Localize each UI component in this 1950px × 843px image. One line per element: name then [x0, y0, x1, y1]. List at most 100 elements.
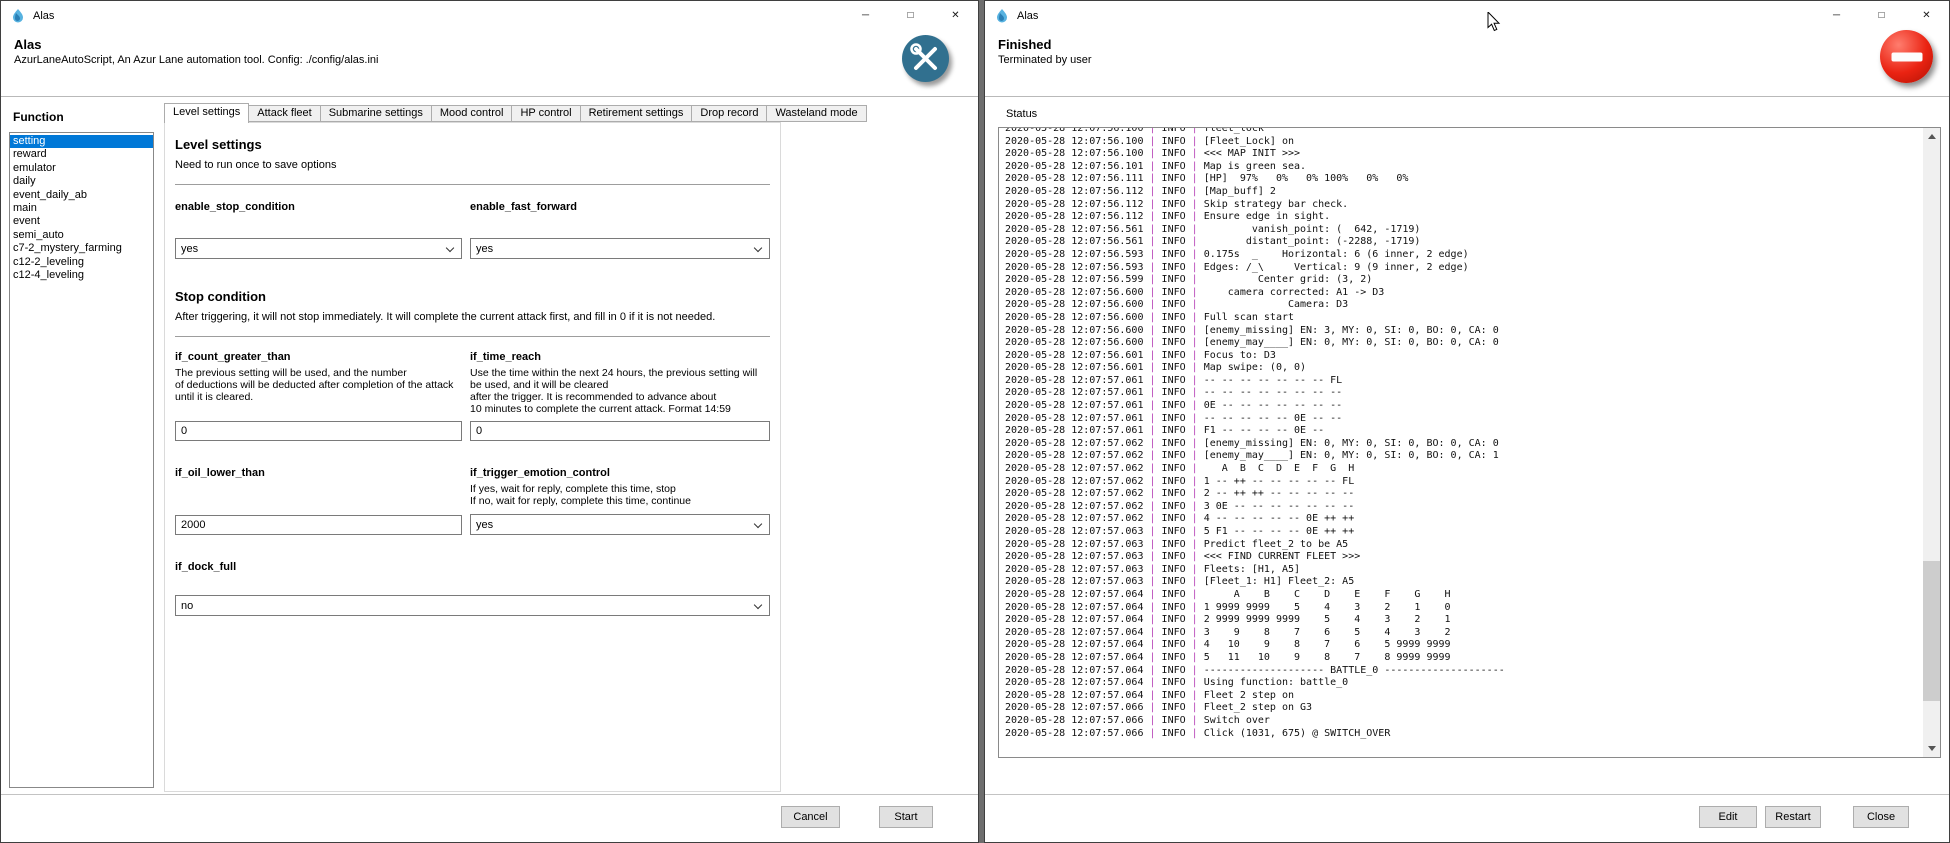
section-title-stop-condition: Stop condition — [175, 289, 770, 304]
field-label-if-oil-lower-than: if_oil_lower_than — [175, 467, 462, 479]
field-label-if-dock-full: if_dock_full — [175, 561, 770, 573]
log-line: 2020-05-28 12:07:56.600 | INFO | [enemy_… — [1005, 325, 1940, 338]
no-entry-icon — [1880, 30, 1933, 83]
enable-fast-forward-select[interactable]: yes — [470, 238, 770, 259]
log-line: 2020-05-28 12:07:56.600 | INFO | [enemy_… — [1005, 337, 1940, 350]
log-line: 2020-05-28 12:07:56.100 | INFO | fleet_l… — [1005, 127, 1940, 136]
field-desc-if-time-reach: Use the time within the next 24 hours, t… — [470, 367, 770, 415]
titlebar[interactable]: Alas ─ □ ✕ — [1, 1, 978, 30]
cancel-button[interactable]: Cancel — [781, 806, 840, 828]
log-line: 2020-05-28 12:07:57.064 | INFO | Using f… — [1005, 677, 1940, 690]
restart-button[interactable]: Restart — [1765, 806, 1821, 828]
settings-tab[interactable]: Attack fleet — [248, 105, 320, 122]
minimize-button[interactable]: ─ — [843, 1, 888, 30]
log-line: 2020-05-28 12:07:57.063 | INFO | [Fleet_… — [1005, 576, 1940, 589]
maximize-button[interactable]: □ — [888, 1, 933, 30]
field-label-if-trigger-emotion-control: if_trigger_emotion_control — [470, 467, 770, 479]
log-line: 2020-05-28 12:07:56.601 | INFO | Focus t… — [1005, 350, 1940, 363]
status-header: Finished Terminated by user — [985, 30, 1949, 97]
function-list[interactable]: settingrewardemulatordailyevent_daily_ab… — [9, 132, 154, 788]
app-subtitle: AzurLaneAutoScript, An Azur Lane automat… — [1, 54, 978, 66]
log-line: 2020-05-28 12:07:57.061 | INFO | -- -- -… — [1005, 375, 1940, 388]
field-label-enable-stop-condition: enable_stop_condition — [175, 201, 462, 213]
window-title: Alas — [33, 10, 54, 22]
field-label-if-count-greater-than: if_count_greater_than — [175, 351, 462, 363]
scrollbar-thumb[interactable] — [1923, 561, 1940, 701]
log-line: 2020-05-28 12:07:56.593 | INFO | 0.175s … — [1005, 249, 1940, 262]
field-desc-if-trigger-emotion-control: If yes, wait for reply, complete this ti… — [470, 483, 770, 507]
settings-tab[interactable]: Mood control — [431, 105, 513, 122]
function-list-item[interactable]: event — [10, 215, 153, 228]
scroll-down-button[interactable] — [1923, 740, 1940, 757]
start-button[interactable]: Start — [879, 806, 933, 828]
section-desc-stop-condition: After triggering, it will not stop immed… — [175, 311, 770, 323]
no-entry-bar — [1891, 52, 1922, 61]
chevron-down-icon — [754, 601, 762, 609]
settings-tab[interactable]: Retirement settings — [580, 105, 693, 122]
function-list-item[interactable]: c12-4_leveling — [10, 269, 153, 282]
if-count-greater-than-input[interactable] — [175, 421, 462, 441]
log-line: 2020-05-28 12:07:57.064 | INFO | 4 10 9 … — [1005, 639, 1940, 652]
log-line: 2020-05-28 12:07:56.561 | INFO | distant… — [1005, 236, 1940, 249]
select-value: no — [181, 600, 193, 612]
scroll-down-icon — [1928, 746, 1936, 751]
close-icon: ✕ — [951, 11, 959, 21]
log-line: 2020-05-28 12:07:57.063 | INFO | <<< FIN… — [1005, 551, 1940, 564]
section-title-level-settings: Level settings — [175, 137, 770, 152]
field-desc-if-count-greater-than: The previous setting will be used, and t… — [175, 367, 462, 403]
chevron-down-icon — [754, 244, 762, 252]
log-line: 2020-05-28 12:07:56.112 | INFO | [Map_bu… — [1005, 186, 1940, 199]
function-label: Function — [13, 110, 64, 124]
log-line: 2020-05-28 12:07:56.600 | INFO | Full sc… — [1005, 312, 1940, 325]
function-list-item[interactable]: event_daily_ab — [10, 189, 153, 202]
tools-icon — [902, 35, 949, 82]
function-list-item[interactable]: c7-2_mystery_farming — [10, 242, 153, 255]
function-list-item[interactable]: reward — [10, 148, 153, 161]
divider — [175, 336, 770, 337]
log-line: 2020-05-28 12:07:57.061 | INFO | -- -- -… — [1005, 387, 1940, 400]
maximize-button[interactable]: □ — [1859, 1, 1904, 30]
if-trigger-emotion-control-select[interactable]: yes — [470, 514, 770, 535]
footer-divider — [1, 794, 978, 795]
log-line: 2020-05-28 12:07:57.061 | INFO | 0E -- -… — [1005, 400, 1940, 413]
if-time-reach-input[interactable] — [470, 421, 770, 441]
function-list-item[interactable]: setting — [10, 135, 153, 148]
settings-tab[interactable]: Drop record — [691, 105, 767, 122]
close-log-button[interactable]: Close — [1853, 806, 1909, 828]
log-scrollbar[interactable] — [1923, 128, 1940, 757]
close-button[interactable]: ✕ — [933, 1, 978, 30]
select-value: yes — [476, 519, 493, 531]
function-list-item[interactable]: semi_auto — [10, 229, 153, 242]
titlebar[interactable]: Alas ─ □ ✕ — [985, 1, 1949, 30]
app-header: Alas AzurLaneAutoScript, An Azur Lane au… — [1, 30, 978, 97]
edit-button[interactable]: Edit — [1699, 806, 1757, 828]
log-line: 2020-05-28 12:07:57.066 | INFO | Fleet_2… — [1005, 702, 1940, 715]
log-line: 2020-05-28 12:07:57.066 | INFO | Switch … — [1005, 715, 1940, 728]
mouse-cursor — [1487, 12, 1501, 37]
enable-stop-condition-select[interactable]: yes — [175, 238, 462, 259]
scroll-up-button[interactable] — [1923, 128, 1940, 145]
if-oil-lower-than-input[interactable] — [175, 515, 462, 535]
chevron-down-icon — [446, 244, 454, 252]
settings-tab[interactable]: Level settings — [164, 103, 249, 123]
alas-log-window: Alas ─ □ ✕ Finished Terminated by user S… — [984, 0, 1950, 843]
minimize-button[interactable]: ─ — [1814, 1, 1859, 30]
close-button[interactable]: ✕ — [1904, 1, 1949, 30]
log-line: 2020-05-28 12:07:56.100 | INFO | [Fleet_… — [1005, 136, 1940, 149]
log-lines: 2020-05-28 12:07:56.100 | INFO | fleet_l… — [999, 127, 1940, 740]
log-line: 2020-05-28 12:07:57.063 | INFO | Fleets:… — [1005, 564, 1940, 577]
function-list-item[interactable]: daily — [10, 175, 153, 188]
settings-tab[interactable]: Wasteland mode — [766, 105, 866, 122]
log-line: 2020-05-28 12:07:57.063 | INFO | 5 F1 --… — [1005, 526, 1940, 539]
settings-tab[interactable]: Submarine settings — [320, 105, 432, 122]
if-dock-full-select[interactable]: no — [175, 595, 770, 616]
select-value: yes — [181, 243, 198, 255]
log-output[interactable]: 2020-05-28 12:07:56.100 | INFO | fleet_l… — [998, 127, 1941, 758]
minimize-icon: ─ — [862, 11, 869, 21]
chevron-down-icon — [754, 520, 762, 528]
function-list-item[interactable]: emulator — [10, 162, 153, 175]
alas-config-window: Alas ─ □ ✕ Alas AzurLaneAutoScript, An A… — [0, 0, 979, 843]
settings-tab[interactable]: HP control — [511, 105, 580, 122]
function-list-item[interactable]: c12-2_leveling — [10, 256, 153, 269]
function-list-item[interactable]: main — [10, 202, 153, 215]
